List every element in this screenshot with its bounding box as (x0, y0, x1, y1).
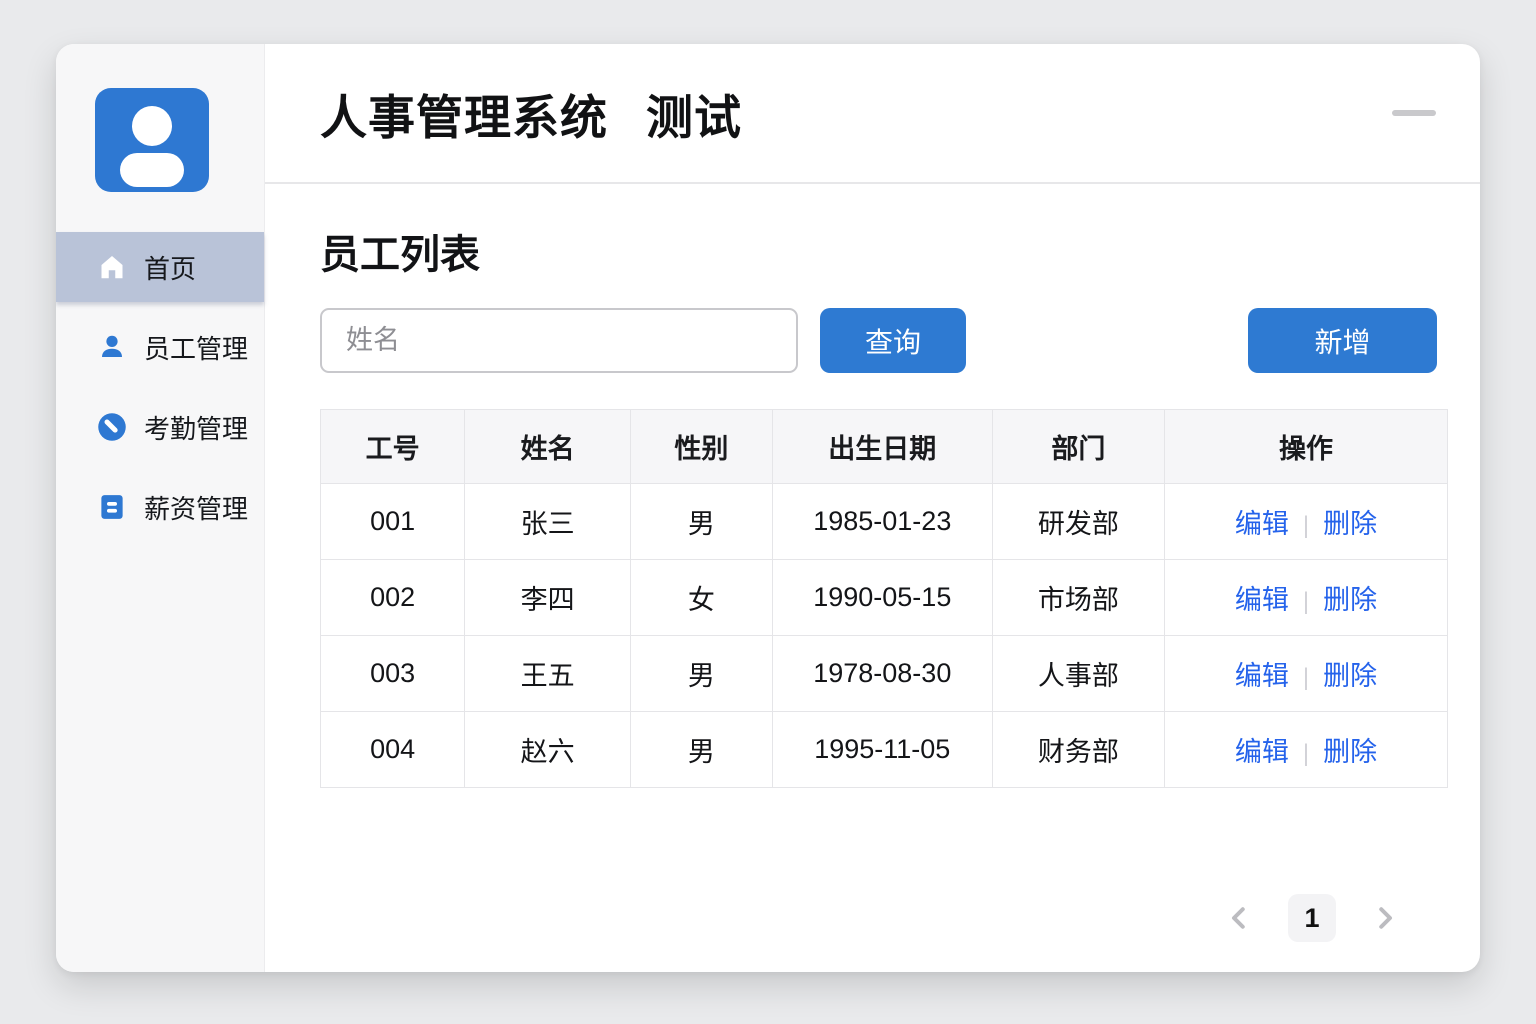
user-icon (96, 331, 128, 363)
header-birthdate: 出生日期 (771, 409, 993, 484)
action-separator: | (1302, 740, 1310, 767)
cell-birthdate: 1978-08-30 (771, 635, 993, 712)
sidebar-item-home[interactable]: 首页 (56, 232, 264, 302)
cell-actions: 编辑 | 删除 (1164, 635, 1448, 712)
cell-id: 004 (319, 711, 466, 788)
user-avatar-icon (95, 88, 209, 192)
employee-table: 工号 姓名 性别 出生日期 部门 操作 001 张三 男 1985-01-23 (319, 409, 1448, 788)
cell-birthdate: 1985-01-23 (771, 483, 993, 560)
cell-actions: 编辑 | 删除 (1164, 559, 1448, 636)
header-id: 工号 (319, 409, 466, 484)
app-title-suffix: 测试 (646, 90, 742, 144)
app-title-text: 人事管理系统 (320, 90, 608, 144)
cell-name: 李四 (464, 559, 631, 636)
home-icon (96, 251, 128, 283)
edit-link[interactable]: 编辑 (1235, 737, 1289, 767)
cell-birthdate: 1990-05-15 (771, 559, 993, 636)
edit-link[interactable]: 编辑 (1235, 661, 1289, 691)
previous-page-button[interactable] (1222, 901, 1256, 935)
page-title: 员工列表 (320, 233, 480, 277)
minimize-icon (1392, 110, 1436, 116)
add-button[interactable]: 新增 (1248, 308, 1437, 373)
pagination: 1 (320, 894, 1444, 942)
cell-department: 财务部 (991, 711, 1166, 788)
cell-gender: 女 (629, 559, 773, 636)
sidebar-item-salary[interactable]: 薪资管理 (56, 472, 264, 542)
avatar (95, 88, 209, 192)
cell-id: 002 (319, 559, 466, 636)
header-name: 姓名 (464, 409, 631, 484)
sidebar-nav: 首页 员工管理 考勤管理 薪资管理 (56, 232, 264, 552)
chevron-right-icon (1379, 907, 1392, 929)
table-row: 003 王五 男 1978-08-30 人事部 编辑 | 删除 (319, 635, 1448, 712)
name-search-input[interactable] (320, 308, 798, 373)
minimize-button[interactable] (1392, 100, 1436, 126)
cell-gender: 男 (629, 635, 773, 712)
cell-birthdate: 1995-11-05 (771, 711, 993, 788)
cell-name: 张三 (464, 483, 631, 560)
cell-name: 赵六 (464, 711, 631, 788)
sidebar-item-label: 薪资管理 (144, 493, 249, 524)
cell-department: 人事部 (991, 635, 1166, 712)
cell-name: 王五 (464, 635, 631, 712)
clock-icon (96, 411, 128, 443)
delete-link[interactable]: 删除 (1323, 661, 1377, 691)
next-page-button[interactable] (1368, 901, 1402, 935)
header-gender: 性别 (629, 409, 773, 484)
delete-link[interactable]: 删除 (1323, 737, 1377, 767)
delete-link[interactable]: 删除 (1323, 585, 1377, 615)
table-row: 004 赵六 男 1995-11-05 财务部 编辑 | 删除 (319, 711, 1448, 788)
sidebar-item-employees[interactable]: 员工管理 (56, 312, 264, 382)
query-button[interactable]: 查询 (820, 308, 966, 373)
cell-gender: 男 (629, 483, 773, 560)
table-row: 002 李四 女 1990-05-15 市场部 编辑 | 删除 (319, 559, 1448, 636)
main-area: 人事管理系统测试 员工列表 查询 新增 工号 (265, 44, 1480, 972)
app-window: 首页 员工管理 考勤管理 薪资管理 人事管理系统 测试 员工列表 姓名 查询 新… (56, 44, 1480, 972)
cell-department: 研发部 (991, 483, 1166, 560)
sidebar-item-label: 首页 (144, 253, 197, 284)
delete-link[interactable]: 删除 (1323, 509, 1377, 539)
cell-actions: 编辑 | 删除 (1164, 483, 1448, 560)
table-header-row: 工号 姓名 性别 出生日期 部门 操作 (319, 409, 1448, 484)
ledger-icon (96, 491, 128, 523)
cell-department: 市场部 (991, 559, 1166, 636)
action-separator: | (1302, 588, 1310, 615)
sidebar: 首页 员工管理 考勤管理 薪资管理 (56, 44, 265, 972)
sidebar-item-attendance[interactable]: 考勤管理 (56, 392, 264, 462)
sidebar-item-label: 考勤管理 (144, 413, 249, 444)
header-actions: 操作 (1164, 409, 1448, 484)
chevron-left-icon (1232, 907, 1245, 929)
content: 员工列表 查询 新增 工号 姓名 性别 出生日期 部门 (265, 184, 1480, 972)
app-title: 人事管理系统 测试 (320, 79, 742, 148)
cell-id: 001 (319, 483, 466, 560)
cell-id: 003 (319, 635, 466, 712)
page-number[interactable]: 1 (1288, 894, 1336, 942)
action-separator: | (1302, 512, 1310, 539)
cell-actions: 编辑 | 删除 (1164, 711, 1448, 788)
cell-gender: 男 (629, 711, 773, 788)
edit-link[interactable]: 编辑 (1235, 509, 1289, 539)
header-department: 部门 (991, 409, 1166, 484)
action-separator: | (1302, 664, 1310, 691)
titlebar: 人事管理系统 测试 (265, 44, 1480, 184)
table-row: 001 张三 男 1985-01-23 研发部 编辑 | 删除 (319, 483, 1448, 560)
toolbar: 查询 新增 (320, 308, 1444, 373)
edit-link[interactable]: 编辑 (1235, 585, 1289, 615)
sidebar-item-label: 员工管理 (144, 333, 249, 364)
